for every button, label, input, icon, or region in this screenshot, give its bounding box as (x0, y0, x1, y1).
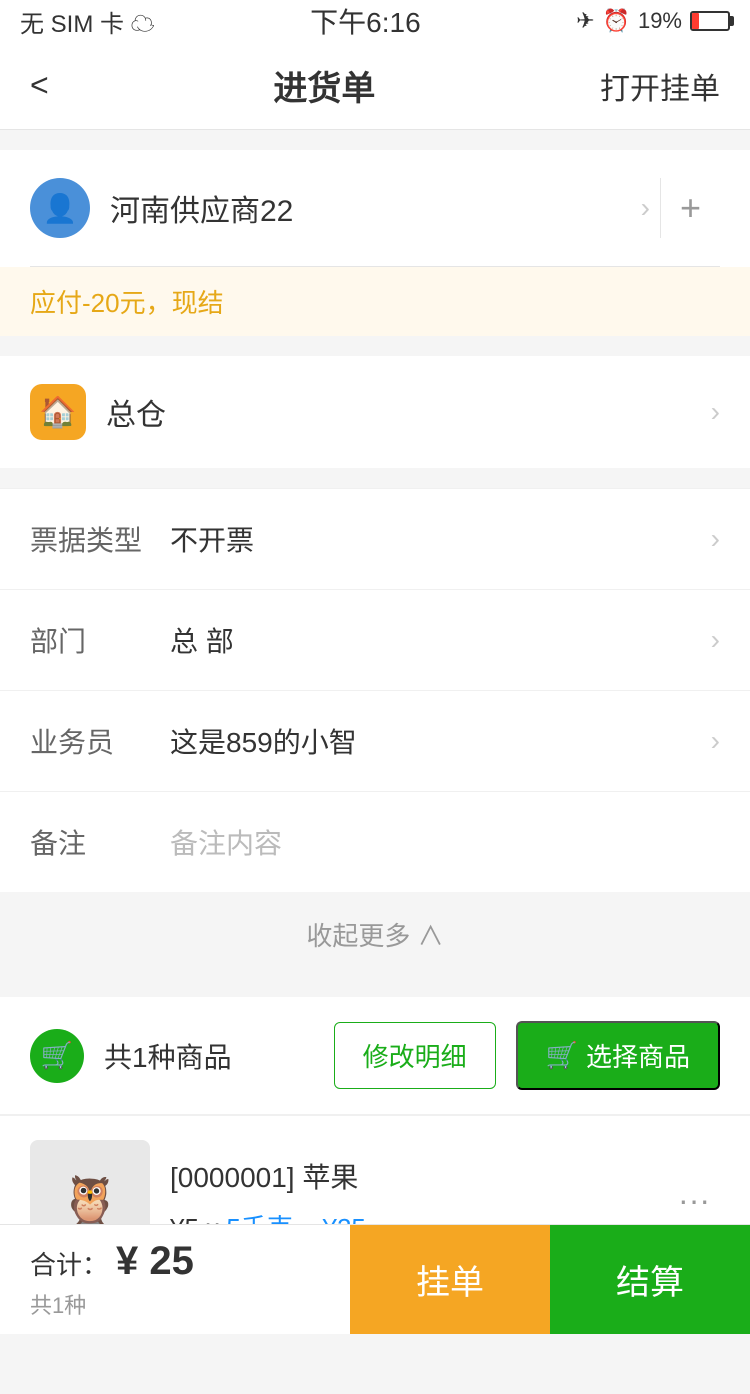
product-count: 共1种商品 (104, 1036, 314, 1076)
warehouse-section: 🏠 总仓 › (0, 356, 750, 468)
department-value: 总 部 (150, 620, 711, 660)
checkout-button[interactable]: 结算 (550, 1225, 750, 1334)
remark-row[interactable]: 备注 备注内容 (0, 791, 750, 892)
battery-text: 19% (638, 8, 682, 34)
owl-icon: 🦉 (60, 1172, 120, 1229)
product-code: [0000001] (170, 1162, 295, 1193)
back-button[interactable]: < (30, 67, 49, 104)
avatar-icon: 👤 (43, 192, 78, 225)
divider-1 (0, 336, 750, 356)
salesperson-value: 这是859的小智 (150, 721, 711, 761)
select-product-button[interactable]: 🛒 选择商品 (516, 1021, 720, 1090)
warehouse-name: 总仓 (106, 390, 711, 434)
status-bar: 无 SIM 卡 ☁ 下午6:16 ✈ ⏰ 19% (0, 0, 750, 42)
remark-label: 备注 (30, 822, 150, 862)
house-icon: 🏠 (39, 395, 76, 430)
department-label: 部门 (30, 620, 150, 660)
add-supplier-button[interactable]: + (660, 178, 720, 238)
products-header: 🛒 共1种商品 修改明细 🛒 选择商品 (0, 997, 750, 1115)
alarm-icon: ⏰ (603, 8, 630, 34)
divider-top (0, 130, 750, 150)
department-row[interactable]: 部门 总 部 › (0, 589, 750, 690)
total-area: 合计： ¥ 25 共1种 (0, 1225, 350, 1334)
invoice-row[interactable]: 票据类型 不开票 › (0, 488, 750, 589)
collapse-button[interactable]: 收起更多 ∧ (0, 892, 750, 977)
invoice-label: 票据类型 (30, 519, 150, 559)
invoice-chevron: › (711, 523, 720, 555)
open-pending-button[interactable]: 打开挂单 (600, 64, 720, 108)
supplier-avatar: 👤 (30, 178, 90, 238)
remark-input[interactable]: 备注内容 (150, 822, 720, 862)
product-name: [0000001] 苹果 (170, 1156, 648, 1196)
total-prefix: 合计： (30, 1245, 108, 1282)
status-left: 无 SIM 卡 ☁ (20, 4, 155, 39)
total-count: 共1种 (30, 1288, 320, 1320)
product-more-button[interactable]: ··· (668, 1172, 720, 1229)
sim-indicator: 无 SIM 卡 ☁ (20, 4, 155, 39)
supplier-row: 👤 河南供应商22 › + (30, 150, 720, 267)
divider-2 (0, 468, 750, 488)
salesperson-row[interactable]: 业务员 这是859的小智 › (0, 690, 750, 791)
total-label-row: 合计： ¥ 25 (30, 1239, 320, 1284)
modify-detail-button[interactable]: 修改明细 (334, 1022, 496, 1089)
status-right: ✈ ⏰ 19% (576, 8, 730, 34)
product-icon: 🛒 (30, 1029, 84, 1083)
warehouse-icon: 🏠 (30, 384, 86, 440)
department-chevron: › (711, 624, 720, 656)
select-icon: 🛒 (546, 1040, 578, 1071)
salesperson-label: 业务员 (30, 721, 150, 761)
notice-bar: 应付-20元，现结 (0, 267, 750, 336)
bottom-bar: 合计： ¥ 25 共1种 挂单 结算 (0, 1224, 750, 1334)
warehouse-row[interactable]: 🏠 总仓 › (30, 356, 720, 468)
hang-button[interactable]: 挂单 (350, 1225, 550, 1334)
salesperson-chevron: › (711, 725, 720, 757)
supplier-section: 👤 河南供应商22 › + (0, 150, 750, 267)
select-label: 选择商品 (586, 1037, 690, 1074)
nav-bar: < 进货单 打开挂单 (0, 42, 750, 130)
divider-3 (0, 977, 750, 997)
page-title: 进货单 (273, 61, 375, 110)
total-amount: ¥ 25 (116, 1239, 194, 1284)
supplier-name[interactable]: 河南供应商22 (110, 186, 641, 230)
location-icon: ✈ (576, 8, 594, 34)
supplier-chevron: › (641, 192, 650, 224)
warehouse-chevron: › (711, 396, 720, 428)
shopping-icon: 🛒 (41, 1040, 73, 1071)
status-time: 下午6:16 (310, 1, 421, 41)
product-title: 苹果 (302, 1162, 358, 1193)
invoice-value: 不开票 (150, 519, 711, 559)
battery-icon (690, 11, 730, 31)
